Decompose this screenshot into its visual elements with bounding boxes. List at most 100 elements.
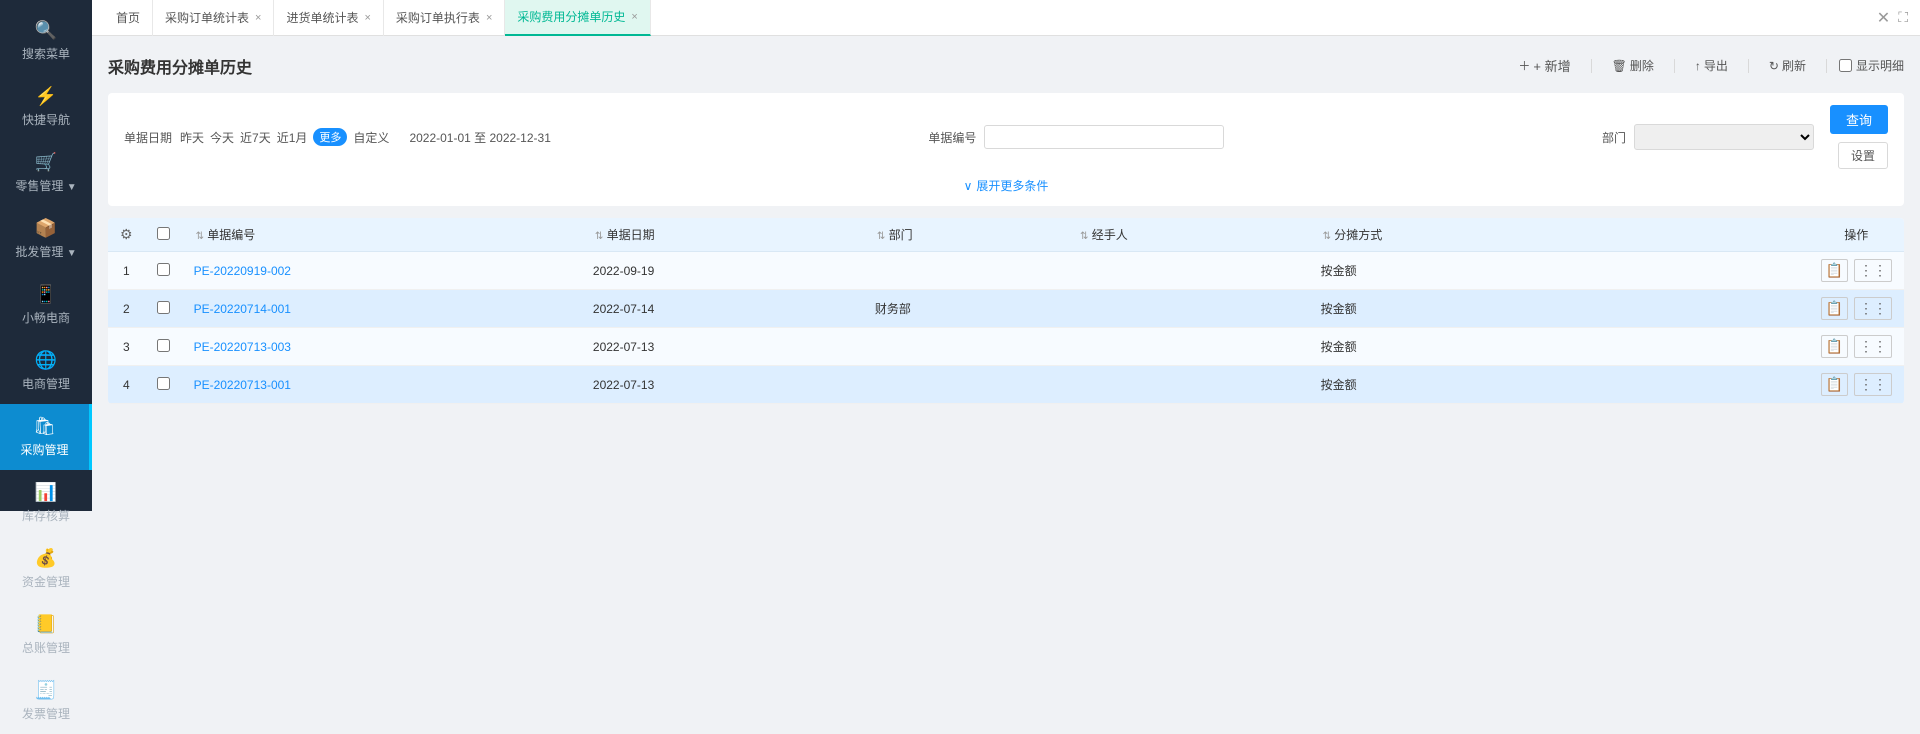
th-split-method[interactable]: ⇅ 分摊方式 <box>1309 218 1809 252</box>
th-bill-no[interactable]: ⇅ 单据编号 <box>182 218 581 252</box>
divider3 <box>1748 59 1749 73</box>
show-detail-checkbox[interactable] <box>1839 59 1852 72</box>
edit-icon[interactable]: 📋 <box>1821 297 1848 320</box>
th-date[interactable]: ⇅ 单据日期 <box>581 218 863 252</box>
new-button[interactable]: ＋ + 新增 <box>1510 52 1578 79</box>
row-checkbox-cell <box>145 366 182 404</box>
bill-no-link[interactable]: PE-20220919-002 <box>194 264 291 278</box>
row-gear-cell: 4 <box>108 366 145 404</box>
divider4 <box>1826 59 1827 73</box>
sort-icon3: ⇅ <box>877 231 885 242</box>
sidebar-item-ecommerce[interactable]: 🌐 电商管理 <box>0 338 92 404</box>
data-table-container: ⚙ ⇅ 单据编号 ⇅ 单据日期 <box>108 218 1904 404</box>
th-bill-no-label: 单据编号 <box>207 228 255 242</box>
sort-icon: ⇅ <box>196 231 204 242</box>
row-checkbox[interactable] <box>157 377 170 390</box>
sidebar-item-label: 小畅电商 <box>22 311 70 325</box>
th-dept-label: 部门 <box>889 228 913 242</box>
bill-no-input[interactable] <box>984 125 1224 149</box>
chart-icon: 📊 <box>4 482 88 503</box>
dept-label: 部门 <box>1602 129 1626 146</box>
more-ops-icon[interactable]: ⋮⋮ <box>1854 335 1892 358</box>
more-ops-icon[interactable]: ⋮⋮ <box>1854 259 1892 282</box>
edit-icon[interactable]: 📋 <box>1821 373 1848 396</box>
row-checkbox[interactable] <box>157 339 170 352</box>
date-opt-1month[interactable]: 近1月 <box>277 129 308 146</box>
date-opt-more[interactable]: 更多 <box>313 128 347 146</box>
select-all-checkbox[interactable] <box>157 227 170 240</box>
sidebar-item-mini-shop[interactable]: 📱 小畅电商 <box>0 272 92 338</box>
date-opt-7days[interactable]: 近7天 <box>240 129 271 146</box>
sidebar-item-wholesale[interactable]: 📦 批发管理 ▼ <box>0 206 92 272</box>
table-row: 4 PE-20220713-001 2022-07-13 按金额 📋 ⋮⋮ <box>108 366 1904 404</box>
dept-select[interactable] <box>1634 124 1814 150</box>
row-date: 2022-09-19 <box>581 252 863 290</box>
ledger-icon: 📒 <box>4 614 88 635</box>
more-ops-icon[interactable]: ⋮⋮ <box>1854 297 1892 320</box>
page-header: 采购费用分摊单历史 ＋ + 新增 🗑 删除 ↑ 导出 ↻ <box>108 52 1904 79</box>
bill-no-label: 单据编号 <box>928 129 976 146</box>
gear-icon[interactable]: ⚙ <box>120 226 133 242</box>
th-gear[interactable]: ⚙ <box>108 218 145 252</box>
close-tab-purchase-cost-history[interactable]: × <box>631 11 637 23</box>
close-window-icon[interactable]: ✕ <box>1877 8 1890 28</box>
money-icon: 💰 <box>4 548 88 569</box>
more-ops-icon[interactable]: ⋮⋮ <box>1854 373 1892 396</box>
bill-no-link[interactable]: PE-20220714-001 <box>194 302 291 316</box>
sidebar-item-label: 电商管理 <box>22 377 70 391</box>
date-filter-label: 单据日期 <box>124 129 172 146</box>
maximize-window-icon[interactable]: ⛶ <box>1898 9 1908 26</box>
show-detail-checkbox-label[interactable]: 显示明细 <box>1839 57 1904 74</box>
row-checkbox[interactable] <box>157 263 170 276</box>
th-split-method-label: 分摊方式 <box>1334 228 1382 242</box>
edit-icon[interactable]: 📋 <box>1821 259 1848 282</box>
refresh-button[interactable]: ↻ 刷新 <box>1761 53 1814 78</box>
row-ops-cell: 📋 ⋮⋮ <box>1809 366 1904 404</box>
row-ops-cell: 📋 ⋮⋮ <box>1809 328 1904 366</box>
dept-filter: 部门 <box>1602 124 1814 150</box>
sidebar-item-search[interactable]: 🔍 搜索菜单 <box>0 8 92 74</box>
edit-icon[interactable]: 📋 <box>1821 335 1848 358</box>
tab-goods-receipt-stats[interactable]: 进货单统计表 × <box>274 0 383 36</box>
close-tab-purchase-order-stats[interactable]: × <box>255 12 261 24</box>
tab-purchase-cost-history[interactable]: 采购费用分摊单历史 × <box>505 0 650 36</box>
expand-filter-button[interactable]: ∨ 展开更多条件 <box>964 177 1049 194</box>
setting-button[interactable]: 设置 <box>1838 142 1888 169</box>
sidebar-item-label: 快捷导航 <box>22 113 70 127</box>
bill-no-link[interactable]: PE-20220713-001 <box>194 378 291 392</box>
row-bill-no: PE-20220713-003 <box>182 328 581 366</box>
tab-purchase-order-stats[interactable]: 采购订单统计表 × <box>153 0 274 36</box>
row-checkbox[interactable] <box>157 301 170 314</box>
tab-purchase-order-exec[interactable]: 采购订单执行表 × <box>384 0 505 36</box>
chevron-down-icon: ∨ <box>964 179 973 193</box>
query-button[interactable]: 查询 <box>1830 105 1888 134</box>
sidebar-item-inventory[interactable]: 📊 库存核算 <box>0 470 92 536</box>
row-checkbox-cell <box>145 328 182 366</box>
sidebar-item-purchase[interactable]: 🛍 采购管理 <box>0 404 92 470</box>
sidebar-item-invoice[interactable]: 🧾 发票管理 <box>0 668 92 734</box>
delete-button[interactable]: 🗑 删除 <box>1604 53 1662 78</box>
date-opt-yesterday[interactable]: 昨天 <box>180 129 204 146</box>
package-icon: 📦 <box>4 218 88 239</box>
close-tab-goods-receipt-stats[interactable]: × <box>364 12 370 24</box>
sidebar-item-ledger[interactable]: 📒 总账管理 <box>0 602 92 668</box>
sidebar-item-finance[interactable]: 💰 资金管理 <box>0 536 92 602</box>
th-handler[interactable]: ⇅ 经手人 <box>1066 218 1309 252</box>
th-dept[interactable]: ⇅ 部门 <box>863 218 1066 252</box>
date-opt-today[interactable]: 今天 <box>210 129 234 146</box>
close-tab-purchase-order-exec[interactable]: × <box>486 12 492 24</box>
sidebar-item-label: 零售管理 <box>15 179 63 193</box>
row-handler <box>1066 290 1309 328</box>
tab-home[interactable]: 首页 <box>104 0 153 36</box>
delete-icon: 🗑 <box>1612 59 1627 73</box>
date-opt-custom[interactable]: 自定义 <box>353 129 389 146</box>
sidebar-item-quick-nav[interactable]: ⚡ 快捷导航 <box>0 74 92 140</box>
tab-purchase-cost-history-label: 采购费用分摊单历史 <box>517 8 625 25</box>
tabs-bar: 首页 采购订单统计表 × 进货单统计表 × 采购订单执行表 × 采购费用分摊单历… <box>92 0 1920 36</box>
row-dept <box>863 366 1066 404</box>
export-button[interactable]: ↑ 导出 <box>1687 53 1736 78</box>
bill-no-link[interactable]: PE-20220713-003 <box>194 340 291 354</box>
sidebar-item-retail[interactable]: 🛒 零售管理 ▼ <box>0 140 92 206</box>
row-gear-cell: 1 <box>108 252 145 290</box>
date-range-item: 2022-01-01 至 2022-12-31 <box>405 129 550 146</box>
